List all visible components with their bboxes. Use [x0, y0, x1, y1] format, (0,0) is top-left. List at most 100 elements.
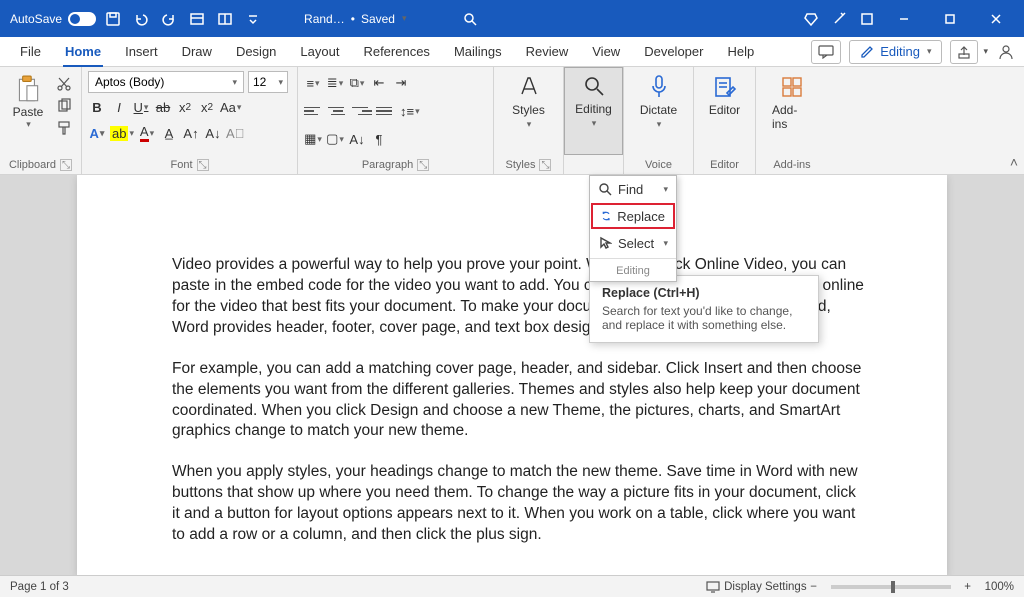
tab-review[interactable]: Review	[514, 37, 581, 67]
share-button[interactable]	[950, 40, 978, 64]
paste-label: Paste	[13, 105, 44, 119]
account-icon[interactable]	[996, 44, 1016, 60]
text-effects-button[interactable]: A▾	[88, 123, 106, 143]
editing-group-button[interactable]: Editing▾	[564, 67, 623, 155]
tab-help[interactable]: Help	[715, 37, 766, 67]
close-button[interactable]	[976, 5, 1016, 33]
show-marks-button[interactable]: ¶	[370, 129, 388, 149]
save-status: Saved	[361, 12, 395, 26]
tab-draw[interactable]: Draw	[170, 37, 224, 67]
clear-format-button[interactable]: A⃠	[226, 123, 244, 143]
window-icon[interactable]	[856, 8, 878, 30]
editor-button[interactable]: Editor	[699, 69, 750, 117]
redo-icon[interactable]	[158, 8, 180, 30]
group-voice-label: Voice	[645, 159, 672, 171]
autosave-toggle[interactable]	[68, 12, 96, 26]
editing-dropdown-menu: Find ▾ Replace Select ▾ Editing	[589, 175, 677, 282]
grow-font-button[interactable]: A↑	[182, 123, 200, 143]
tab-file[interactable]: File	[8, 37, 53, 67]
highlight-button[interactable]: ab▾	[110, 123, 134, 143]
dictate-button[interactable]: Dictate▾	[630, 69, 687, 130]
tab-developer[interactable]: Developer	[632, 37, 715, 67]
qat-customize-icon[interactable]	[242, 8, 264, 30]
tab-layout[interactable]: Layout	[288, 37, 351, 67]
zoom-in-button[interactable]: +	[961, 581, 975, 593]
justify-button[interactable]	[376, 101, 396, 121]
align-left-button[interactable]	[304, 101, 324, 121]
tab-insert[interactable]: Insert	[113, 37, 170, 67]
font-size-combo[interactable]: 12▾	[248, 71, 288, 93]
addins-button[interactable]: Add-ins	[762, 69, 822, 131]
save-icon[interactable]	[102, 8, 124, 30]
title-bar: AutoSave Rand… • Saved ▾	[0, 0, 1024, 37]
styles-launcher-icon[interactable]: ⤡	[539, 159, 551, 171]
comments-button[interactable]	[811, 40, 841, 64]
strikethrough-button[interactable]: ab	[154, 97, 172, 117]
char-shading-button[interactable]: A̲	[160, 123, 178, 143]
zoom-slider[interactable]	[831, 585, 951, 589]
increase-indent-button[interactable]: ⇥	[392, 73, 410, 93]
font-name-combo[interactable]: Aptos (Body)▾	[88, 71, 244, 93]
qat-icon-2[interactable]	[214, 8, 236, 30]
display-settings-button[interactable]: Display Settings	[706, 581, 806, 593]
format-painter-icon[interactable]	[54, 119, 74, 137]
subscript-button[interactable]: x2	[176, 97, 194, 117]
bold-button[interactable]: B	[88, 97, 106, 117]
tab-view[interactable]: View	[580, 37, 632, 67]
collapse-ribbon-icon[interactable]: ˄	[1010, 154, 1018, 170]
sort-button[interactable]: A↓	[348, 129, 366, 149]
multilevel-button[interactable]: ⧉▾	[348, 73, 366, 93]
paragraph-launcher-icon[interactable]: ⤡	[417, 159, 429, 171]
font-color-button[interactable]: A▾	[138, 123, 156, 143]
replace-tooltip: Replace (Ctrl+H) Search for text you'd l…	[589, 275, 819, 343]
decrease-indent-button[interactable]: ⇤	[370, 73, 388, 93]
underline-button[interactable]: U▾	[132, 97, 150, 117]
dropdown-section-label: Editing	[590, 261, 676, 281]
group-editor-label: Editor	[710, 159, 739, 171]
cut-icon[interactable]	[54, 75, 74, 93]
diamond-icon[interactable]	[800, 8, 822, 30]
italic-button[interactable]: I	[110, 97, 128, 117]
zoom-level[interactable]: 100%	[985, 581, 1014, 593]
paragraph-3[interactable]: When you apply styles, your headings cha…	[172, 462, 867, 546]
document-title[interactable]: Rand… • Saved ▾	[304, 12, 406, 26]
paragraph-2[interactable]: For example, you can add a matching cove…	[172, 359, 867, 443]
status-bar: Page 1 of 3 Display Settings − + 100%	[0, 575, 1024, 597]
maximize-button[interactable]	[930, 5, 970, 33]
ribbon: Paste ▾ Clipboard⤡ Aptos (Body)▾ 12▾ B I	[0, 67, 1024, 175]
doc-name: Rand…	[304, 12, 345, 26]
copy-icon[interactable]	[54, 97, 74, 115]
borders-button[interactable]: ▢▾	[326, 129, 344, 149]
superscript-button[interactable]: x2	[198, 97, 216, 117]
replace-menu-item[interactable]: Replace	[591, 203, 675, 229]
shading-button[interactable]: ▦▾	[304, 129, 322, 149]
document-page[interactable]: Video provides a powerful way to help yo…	[77, 175, 947, 575]
font-launcher-icon[interactable]: ⤡	[197, 159, 209, 171]
ribbon-tabs: File Home Insert Draw Design Layout Refe…	[0, 37, 1024, 67]
clipboard-launcher-icon[interactable]: ⤡	[60, 159, 72, 171]
bullets-button[interactable]: ≡▾	[304, 73, 322, 93]
numbering-button[interactable]: ≣▾	[326, 73, 344, 93]
search-icon[interactable]	[459, 8, 481, 30]
paste-button[interactable]: Paste ▾	[6, 69, 50, 130]
wand-icon[interactable]	[828, 8, 850, 30]
zoom-out-button[interactable]: −	[807, 581, 821, 593]
align-center-button[interactable]	[328, 101, 348, 121]
align-right-button[interactable]	[352, 101, 372, 121]
line-spacing-button[interactable]: ↕≡▾	[400, 101, 420, 121]
tab-home[interactable]: Home	[53, 37, 113, 67]
find-menu-item[interactable]: Find ▾	[590, 176, 676, 202]
autosave-label: AutoSave	[10, 12, 62, 26]
tab-mailings[interactable]: Mailings	[442, 37, 514, 67]
change-case-button[interactable]: Aa▾	[220, 97, 241, 117]
styles-button[interactable]: Styles▾	[502, 69, 555, 130]
editing-mode-button[interactable]: Editing ▾	[849, 40, 942, 64]
shrink-font-button[interactable]: A↓	[204, 123, 222, 143]
page-indicator[interactable]: Page 1 of 3	[10, 581, 69, 593]
qat-icon-1[interactable]	[186, 8, 208, 30]
select-menu-item[interactable]: Select ▾	[590, 230, 676, 256]
undo-icon[interactable]	[130, 8, 152, 30]
tab-references[interactable]: References	[351, 37, 441, 67]
minimize-button[interactable]	[884, 5, 924, 33]
tab-design[interactable]: Design	[224, 37, 288, 67]
